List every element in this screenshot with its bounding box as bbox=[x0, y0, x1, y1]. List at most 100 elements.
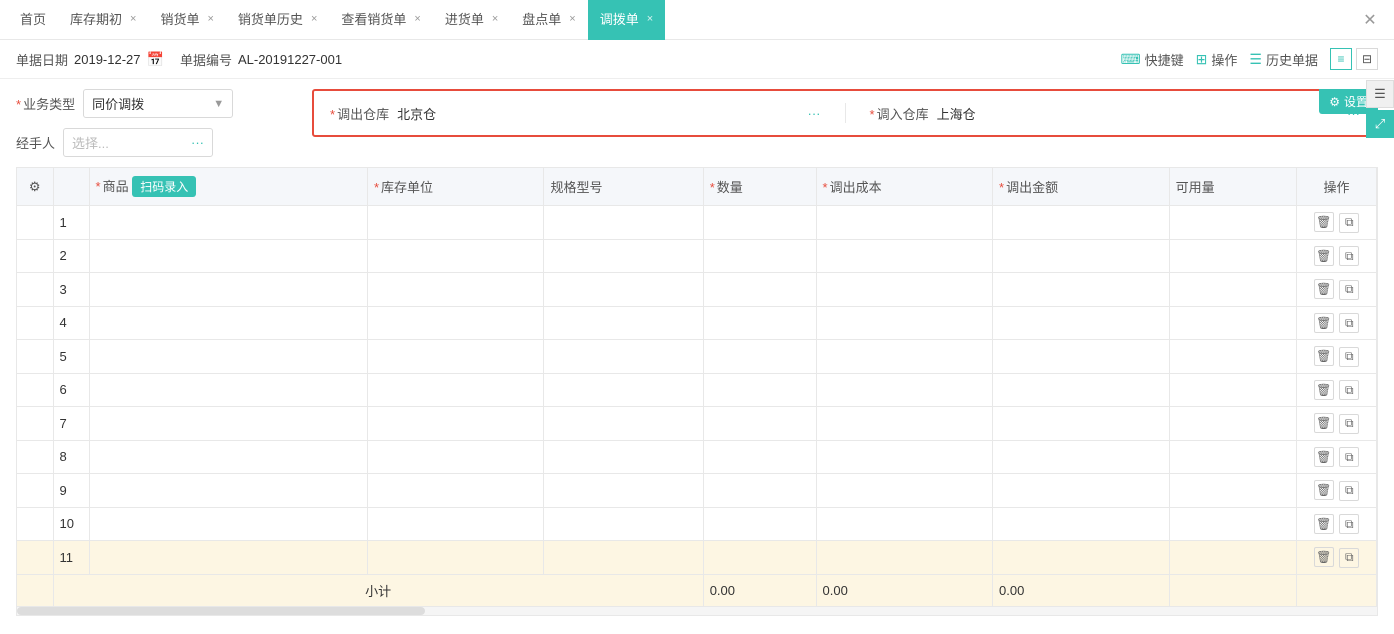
td-spec-2[interactable] bbox=[544, 239, 703, 273]
tab-view-sales[interactable]: 查看销货单 × bbox=[329, 0, 432, 40]
td-cost-1[interactable] bbox=[816, 206, 993, 240]
delete-icon-1[interactable]: 🗑 bbox=[1314, 212, 1334, 232]
copy-icon-5[interactable]: ⧉ bbox=[1339, 347, 1359, 367]
copy-icon-3[interactable]: ⧉ bbox=[1339, 280, 1359, 300]
td-cost-2[interactable] bbox=[816, 239, 993, 273]
td-goods-1[interactable] bbox=[89, 206, 367, 240]
tab-close-inventory-init[interactable]: × bbox=[130, 13, 136, 25]
copy-icon-1[interactable]: ⧉ bbox=[1339, 213, 1359, 233]
delete-icon-3[interactable]: 🗑 bbox=[1314, 279, 1334, 299]
business-type-row: *业务类型 同价调拨 ▼ bbox=[16, 89, 296, 118]
subtotal-qty: 0.00 bbox=[703, 574, 816, 606]
table-row: 5 🗑 ⧉ bbox=[17, 340, 1377, 374]
delete-icon-7[interactable]: 🗑 bbox=[1314, 413, 1334, 433]
copy-icon-7[interactable]: ⧉ bbox=[1339, 414, 1359, 434]
tab-transfer[interactable]: 调拨单 × bbox=[588, 0, 665, 40]
sidebar-expand-icon[interactable]: ⤢ bbox=[1366, 110, 1394, 138]
delete-icon-11[interactable]: 🗑 bbox=[1314, 547, 1334, 567]
form-section: *业务类型 同价调拨 ▼ 经手人 选择... ··· *调出仓库 bbox=[16, 89, 1378, 157]
tab-close-purchase[interactable]: × bbox=[492, 13, 498, 25]
in-warehouse-label: *调入仓库 bbox=[870, 104, 929, 123]
delete-icon-9[interactable]: 🗑 bbox=[1314, 480, 1334, 500]
td-spec-1[interactable] bbox=[544, 206, 703, 240]
out-warehouse-value: 北京仓 bbox=[397, 104, 436, 123]
handler-row: 经手人 选择... ··· bbox=[16, 128, 296, 157]
td-amount-2[interactable] bbox=[993, 239, 1170, 273]
business-type-label: *业务类型 bbox=[16, 94, 75, 113]
delete-icon-8[interactable]: 🗑 bbox=[1314, 447, 1334, 467]
out-warehouse-field: *调出仓库 北京仓 ··· bbox=[330, 104, 821, 123]
copy-icon-4[interactable]: ⧉ bbox=[1339, 313, 1359, 333]
td-gear-2 bbox=[17, 239, 53, 273]
td-gear-1 bbox=[17, 206, 53, 240]
subtotal-row: 11 🗑 ⧉ bbox=[17, 541, 1377, 575]
th-available: 可用量 bbox=[1169, 168, 1296, 206]
horizontal-scrollbar[interactable] bbox=[17, 607, 1377, 615]
copy-icon-10[interactable]: ⧉ bbox=[1339, 514, 1359, 534]
layout-list-icon[interactable]: ≡ bbox=[1330, 48, 1352, 70]
copy-icon-8[interactable]: ⧉ bbox=[1339, 447, 1359, 467]
subtotal-amount: 0.00 bbox=[993, 574, 1170, 606]
handler-label: 经手人 bbox=[16, 133, 55, 152]
tab-close-transfer[interactable]: × bbox=[647, 13, 653, 25]
calendar-icon[interactable]: 📅 bbox=[147, 51, 164, 68]
tab-bar: 首页 库存期初 × 销货单 × 销货单历史 × 查看销货单 × 进货单 × 盘点… bbox=[0, 0, 1394, 40]
table-row: 7 🗑 ⧉ bbox=[17, 407, 1377, 441]
ops-button[interactable]: ⊞ 操作 bbox=[1196, 50, 1238, 69]
table-row: 8 🗑 ⧉ bbox=[17, 440, 1377, 474]
copy-icon-6[interactable]: ⧉ bbox=[1339, 380, 1359, 400]
docno-value: AL-20191227-001 bbox=[238, 52, 342, 67]
date-value: 2019-12-27 bbox=[74, 52, 141, 67]
table-row: 1 🗑 ⧉ bbox=[17, 206, 1377, 240]
tab-purchase[interactable]: 进货单 × bbox=[433, 0, 510, 40]
th-ops: 操作 bbox=[1297, 168, 1377, 206]
sidebar-list-icon[interactable]: ☰ bbox=[1366, 80, 1394, 108]
form-left: *业务类型 同价调拨 ▼ 经手人 选择... ··· bbox=[16, 89, 296, 157]
th-cost: *调出成本 bbox=[816, 168, 993, 206]
copy-icon-9[interactable]: ⧉ bbox=[1339, 481, 1359, 501]
main-content: *业务类型 同价调拨 ▼ 经手人 选择... ··· *调出仓库 bbox=[0, 79, 1394, 626]
docno-label: 单据编号 bbox=[180, 50, 232, 69]
td-goods-2[interactable] bbox=[89, 239, 367, 273]
tab-sales-history[interactable]: 销货单历史 × bbox=[226, 0, 329, 40]
layout-toggle: ≡ ⊟ bbox=[1330, 48, 1378, 70]
handler-select[interactable]: 选择... ··· bbox=[63, 128, 213, 157]
td-index-1: 1 bbox=[53, 206, 89, 240]
tab-inventory-init[interactable]: 库存期初 × bbox=[58, 0, 148, 40]
copy-icon-2[interactable]: ⧉ bbox=[1339, 246, 1359, 266]
td-unit-1[interactable] bbox=[367, 206, 544, 240]
tab-close-sales[interactable]: × bbox=[207, 13, 213, 25]
tab-close-sales-history[interactable]: × bbox=[311, 13, 317, 25]
layout-grid-icon[interactable]: ⊟ bbox=[1356, 48, 1378, 70]
tab-home[interactable]: 首页 bbox=[8, 0, 58, 40]
tab-close-view-sales[interactable]: × bbox=[414, 13, 420, 25]
table-section: ⚙ *商品 扫码录入 *库存单位 规格型号 *数量 *调出成本 *调出金额 可用… bbox=[16, 167, 1378, 616]
shortcut-icon: ⌨ bbox=[1120, 51, 1140, 68]
td-available-2 bbox=[1169, 239, 1296, 273]
td-unit-2[interactable] bbox=[367, 239, 544, 273]
delete-icon-5[interactable]: 🗑 bbox=[1314, 346, 1334, 366]
scan-button[interactable]: 扫码录入 bbox=[132, 176, 196, 197]
toolbar-right: ⌨ 快捷键 ⊞ 操作 ☰ 历史单据 ≡ ⊟ bbox=[1120, 48, 1378, 70]
business-type-select[interactable]: 同价调拨 ▼ bbox=[83, 89, 233, 118]
history-button[interactable]: ☰ 历史单据 bbox=[1249, 50, 1318, 69]
tab-inventory[interactable]: 盘点单 × bbox=[510, 0, 587, 40]
delete-icon-2[interactable]: 🗑 bbox=[1314, 246, 1334, 266]
tab-sales[interactable]: 销货单 × bbox=[148, 0, 225, 40]
out-warehouse-more[interactable]: ··· bbox=[808, 106, 821, 121]
td-amount-1[interactable] bbox=[993, 206, 1170, 240]
handler-more[interactable]: ··· bbox=[191, 135, 204, 150]
th-gear[interactable]: ⚙ bbox=[17, 168, 53, 206]
tab-close-inventory[interactable]: × bbox=[569, 13, 575, 25]
copy-icon-11[interactable]: ⧉ bbox=[1339, 548, 1359, 568]
window-close-button[interactable]: ✕ bbox=[1354, 4, 1386, 36]
th-spec: 规格型号 bbox=[544, 168, 703, 206]
td-qty-1[interactable] bbox=[703, 206, 816, 240]
delete-icon-4[interactable]: 🗑 bbox=[1314, 313, 1334, 333]
td-qty-2[interactable] bbox=[703, 239, 816, 273]
subtotal-label: 小计 bbox=[53, 574, 703, 606]
delete-icon-6[interactable]: 🗑 bbox=[1314, 380, 1334, 400]
shortcut-button[interactable]: ⌨ 快捷键 bbox=[1120, 50, 1183, 69]
scrollbar-thumb[interactable] bbox=[17, 607, 425, 615]
delete-icon-10[interactable]: 🗑 bbox=[1314, 514, 1334, 534]
